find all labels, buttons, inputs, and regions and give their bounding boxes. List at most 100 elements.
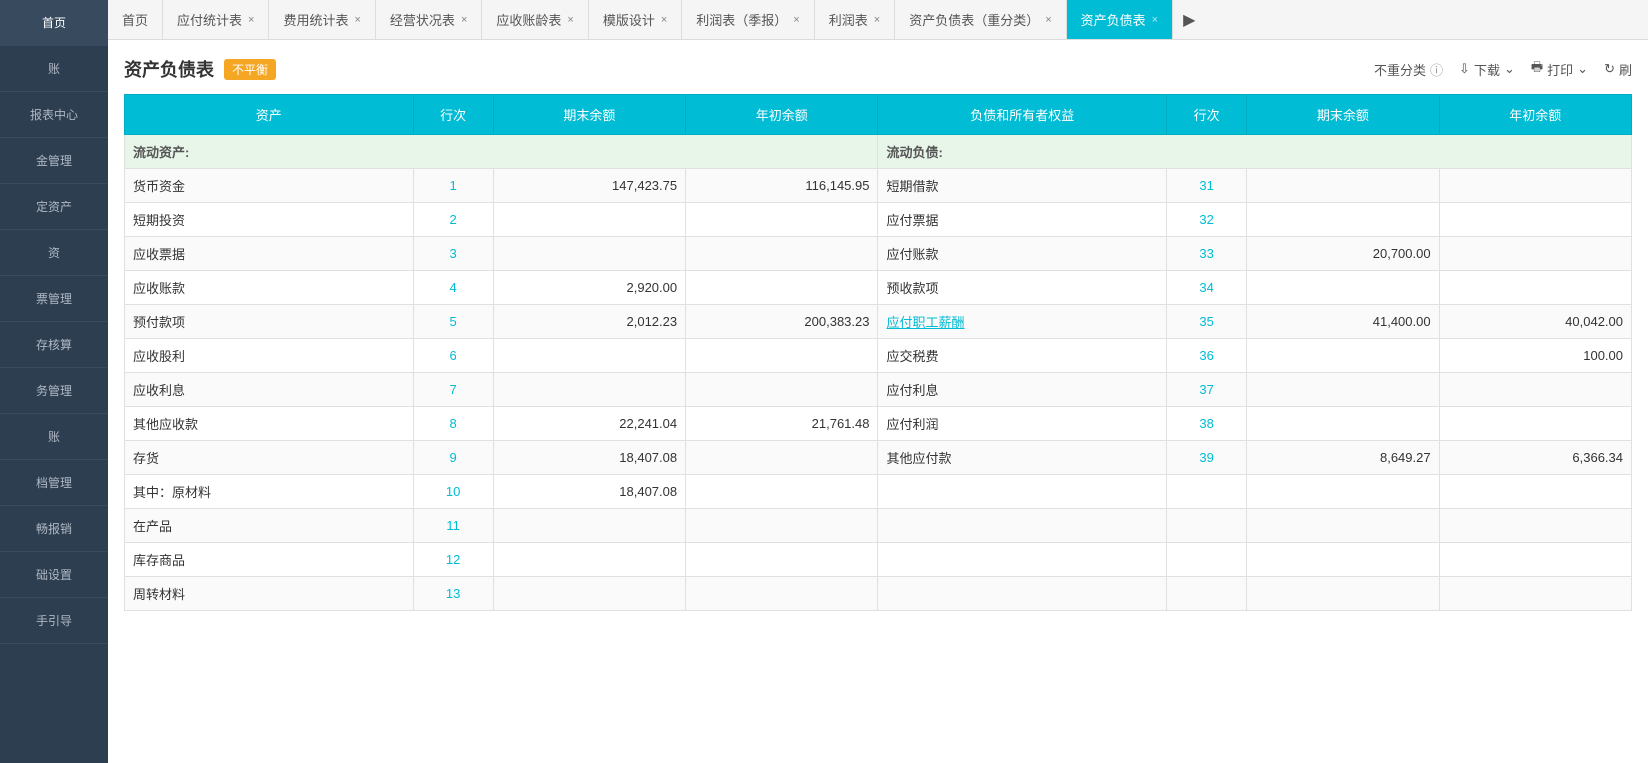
right-item-name: 应付账款 <box>878 237 1167 271</box>
close-tab-balance-sheet[interactable]: × <box>1152 14 1158 26</box>
tab-cost-stats[interactable]: 费用统计表 × <box>269 0 375 40</box>
tab-payable-stats[interactable]: 应付统计表 × <box>163 0 269 40</box>
right-begin-balance <box>1439 203 1631 237</box>
close-tab-receivable-aging[interactable]: × <box>567 14 573 26</box>
table-row: 库存商品 12 <box>125 543 1632 577</box>
sidebar-item-ledger[interactable]: 账 <box>0 414 108 460</box>
right-end-balance <box>1247 271 1439 305</box>
right-item-name: 应交税费 <box>878 339 1167 373</box>
table-row: 应收利息 7 应付利息 37 <box>125 373 1632 407</box>
right-row-num <box>1167 509 1247 543</box>
col-header-row-num-left: 行次 <box>413 95 493 135</box>
tab-profit[interactable]: 利润表 × <box>815 0 895 40</box>
table-row: 货币资金 1 147,423.75 116,145.95 短期借款 31 <box>125 169 1632 203</box>
left-begin-balance <box>686 339 878 373</box>
sidebar-item-expense[interactable]: 畅报销 <box>0 506 108 552</box>
close-tab-operations[interactable]: × <box>461 14 467 26</box>
left-row-num: 1 <box>413 169 493 203</box>
table-row: 短期投资 2 应付票据 32 <box>125 203 1632 237</box>
right-row-num: 37 <box>1167 373 1247 407</box>
tab-operations[interactable]: 经营状况表 × <box>376 0 482 40</box>
right-item-name: 应付票据 <box>878 203 1167 237</box>
right-item-name[interactable]: 应付职工薪酬 <box>878 305 1167 339</box>
tab-receivable-aging[interactable]: 应收账龄表 × <box>482 0 588 40</box>
col-header-liabilities: 负债和所有者权益 <box>878 95 1167 135</box>
col-header-begin-balance-left: 年初余额 <box>686 95 878 135</box>
page-title: 资产负债表 <box>124 56 214 82</box>
right-row-num: 31 <box>1167 169 1247 203</box>
sidebar-item-tax[interactable]: 务管理 <box>0 368 108 414</box>
right-end-balance <box>1247 339 1439 373</box>
sidebar-item-fixed-assets[interactable]: 定资产 <box>0 184 108 230</box>
left-begin-balance: 200,383.23 <box>686 305 878 339</box>
left-row-num: 13 <box>413 577 493 611</box>
left-begin-balance <box>686 441 878 475</box>
sidebar-item-account[interactable]: 账 <box>0 46 108 92</box>
main-content: 首页 应付统计表 × 费用统计表 × 经营状况表 × 应收账龄表 × 模版设计 … <box>108 0 1648 763</box>
left-row-num: 6 <box>413 339 493 373</box>
left-end-balance: 22,241.04 <box>493 407 685 441</box>
right-begin-balance <box>1439 373 1631 407</box>
close-tab-profit-quarterly[interactable]: × <box>793 14 799 26</box>
left-item-name: 货币资金 <box>125 169 414 203</box>
left-end-balance: 18,407.08 <box>493 441 685 475</box>
right-row-num: 32 <box>1167 203 1247 237</box>
sidebar-item-archive[interactable]: 档管理 <box>0 460 108 506</box>
left-end-balance: 147,423.75 <box>493 169 685 203</box>
tab-bar: 首页 应付统计表 × 费用统计表 × 经营状况表 × 应收账龄表 × 模版设计 … <box>108 0 1648 40</box>
col-header-begin-balance-right: 年初余额 <box>1439 95 1631 135</box>
right-begin-balance <box>1439 509 1631 543</box>
right-begin-balance <box>1439 407 1631 441</box>
table-row: 在产品 11 <box>125 509 1632 543</box>
left-end-balance <box>493 373 685 407</box>
left-row-num: 10 <box>413 475 493 509</box>
left-item-name: 应收票据 <box>125 237 414 271</box>
tab-balance-reclassified[interactable]: 资产负债表（重分类） × <box>895 0 1066 40</box>
left-begin-balance <box>686 577 878 611</box>
download-chevron-icon: ⌄ <box>1504 61 1515 77</box>
close-tab-balance-reclassified[interactable]: × <box>1045 14 1051 26</box>
print-button[interactable]: 🖶 打印 ⌄ <box>1531 58 1588 80</box>
left-row-num: 2 <box>413 203 493 237</box>
sidebar-item-inventory[interactable]: 存核算 <box>0 322 108 368</box>
right-end-balance <box>1247 509 1439 543</box>
tab-template-design[interactable]: 模版设计 × <box>589 0 682 40</box>
left-row-num: 8 <box>413 407 493 441</box>
left-item-name: 预付款项 <box>125 305 414 339</box>
left-begin-balance: 21,761.48 <box>686 407 878 441</box>
sidebar-item-reports[interactable]: 报表中心 <box>0 92 108 138</box>
tab-profit-quarterly[interactable]: 利润表（季报） × <box>682 0 814 40</box>
right-item-name: 预收款项 <box>878 271 1167 305</box>
close-tab-profit[interactable]: × <box>874 14 880 26</box>
left-begin-balance <box>686 237 878 271</box>
right-row-num: 39 <box>1167 441 1247 475</box>
sidebar-item-settings[interactable]: 础设置 <box>0 552 108 598</box>
left-end-balance <box>493 577 685 611</box>
close-tab-cost-stats[interactable]: × <box>354 14 360 26</box>
no-reclass-option[interactable]: 不重分类 ⓘ <box>1374 60 1443 79</box>
download-button[interactable]: ⇩ 下载 ⌄ <box>1459 60 1515 79</box>
right-begin-balance <box>1439 237 1631 271</box>
refresh-button[interactable]: ↻ 刷 <box>1604 60 1632 79</box>
left-item-name: 其中：原材料 <box>125 475 414 509</box>
right-row-num: 35 <box>1167 305 1247 339</box>
right-end-balance <box>1247 169 1439 203</box>
sidebar-item-home[interactable]: 首页 <box>0 0 108 46</box>
balance-sheet-table: 资产 行次 期末余额 年初余额 负债和所有者权益 行次 期末余额 年初余额 流动… <box>124 94 1632 611</box>
close-tab-template-design[interactable]: × <box>661 14 667 26</box>
right-end-balance <box>1247 407 1439 441</box>
sidebar-item-capital[interactable]: 资 <box>0 230 108 276</box>
download-icon: ⇩ <box>1459 61 1470 77</box>
close-tab-payable-stats[interactable]: × <box>248 14 254 26</box>
right-end-balance: 8,649.27 <box>1247 441 1439 475</box>
sidebar-item-guide[interactable]: 手引导 <box>0 598 108 644</box>
right-end-balance <box>1247 577 1439 611</box>
right-item-name <box>878 475 1167 509</box>
tab-more-button[interactable]: ▶ <box>1173 0 1205 40</box>
sidebar-item-ticket[interactable]: 票管理 <box>0 276 108 322</box>
right-begin-balance <box>1439 577 1631 611</box>
left-item-name: 应收利息 <box>125 373 414 407</box>
tab-home[interactable]: 首页 <box>108 0 163 40</box>
sidebar-item-fund[interactable]: 金管理 <box>0 138 108 184</box>
tab-balance-sheet[interactable]: 资产负债表 × <box>1067 0 1173 40</box>
